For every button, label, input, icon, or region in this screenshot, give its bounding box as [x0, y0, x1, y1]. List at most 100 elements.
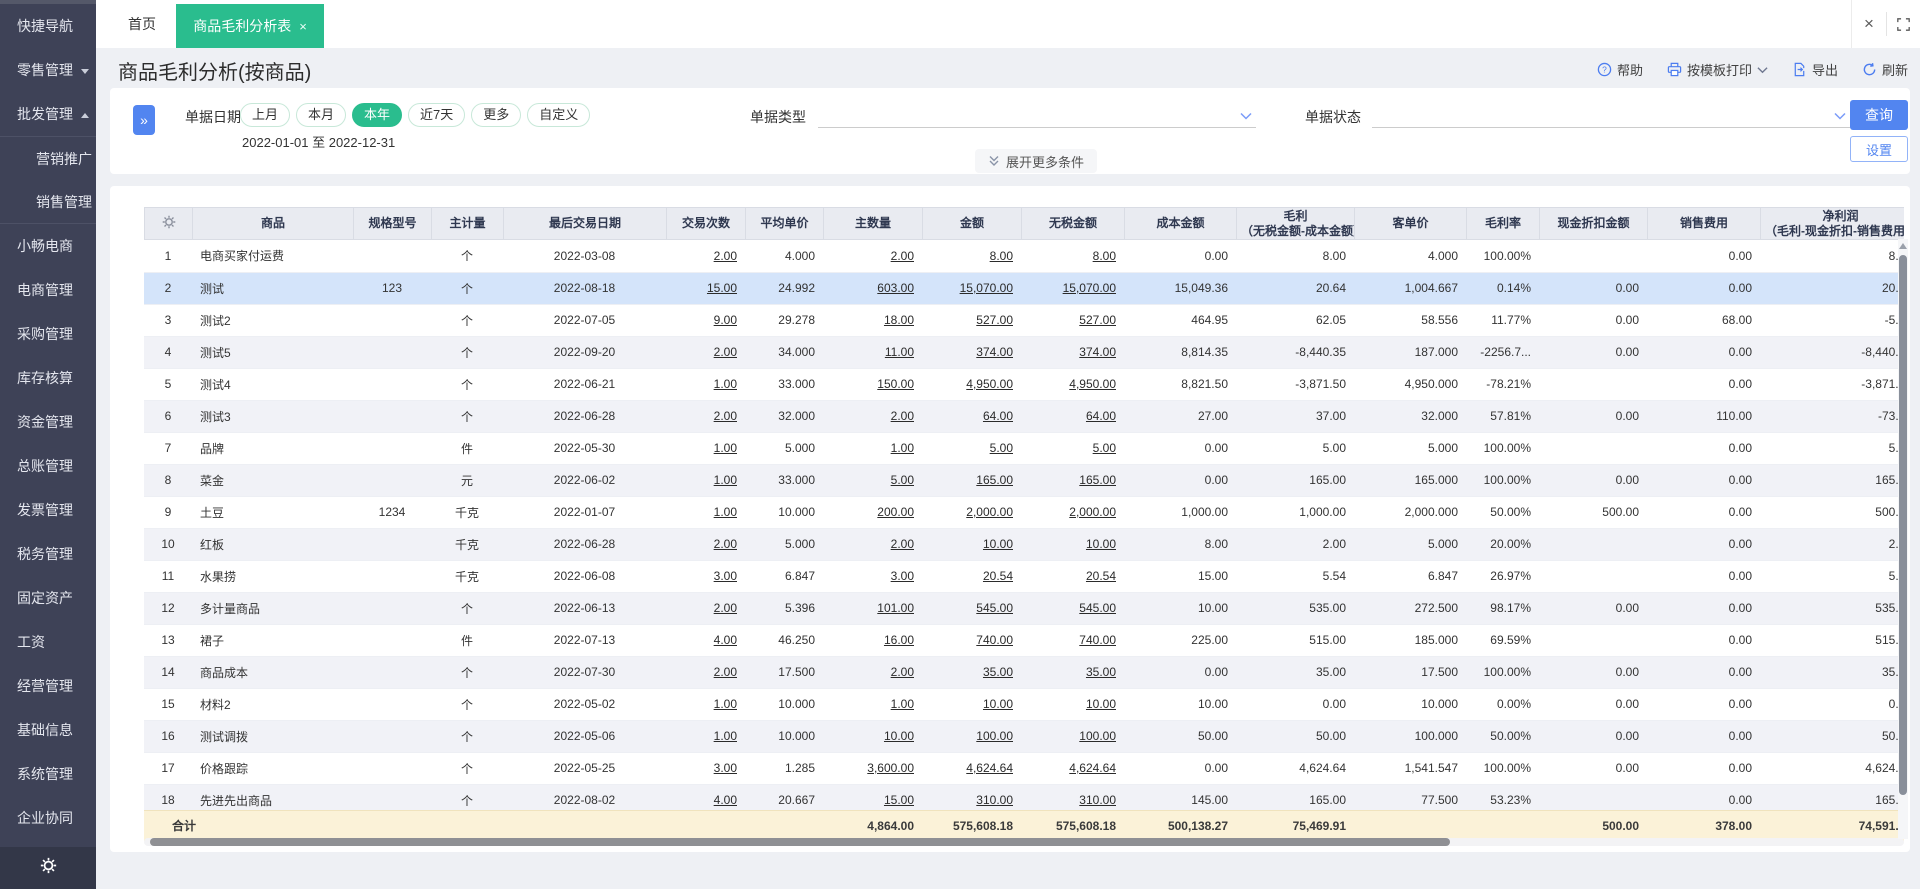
- column-header[interactable]: 商品: [192, 207, 354, 240]
- cell[interactable]: 2.00: [823, 400, 922, 433]
- query-button[interactable]: 查询: [1850, 100, 1908, 130]
- expand-more-conditions-button[interactable]: 展开更多条件: [975, 149, 1098, 173]
- column-header[interactable]: 金额: [922, 207, 1022, 240]
- table-row[interactable]: 15 材料2 个 2022-05-02 1.00 10.000 1.00 10.00 10.00…: [144, 688, 1904, 721]
- sidebar-item[interactable]: 固定资产: [0, 576, 96, 620]
- cell[interactable]: 2,000.00: [1021, 496, 1124, 529]
- cell[interactable]: 1.00: [823, 688, 922, 721]
- cell[interactable]: 15.00: [823, 784, 922, 810]
- cell[interactable]: 1.00: [666, 720, 745, 753]
- date-option-pill[interactable]: 近7天: [408, 103, 466, 127]
- cell[interactable]: 310.00: [922, 784, 1021, 810]
- cell[interactable]: 9.00: [666, 304, 745, 337]
- cell[interactable]: 527.00: [922, 304, 1021, 337]
- cell[interactable]: 1.00: [666, 432, 745, 465]
- cell[interactable]: 200.00: [823, 496, 922, 529]
- cell[interactable]: 545.00: [922, 592, 1021, 625]
- table-row[interactable]: 5 测试4 个 2022-06-21 1.00 33.000 150.00 4,950.00 4…: [144, 368, 1904, 401]
- column-header[interactable]: 规格型号: [353, 207, 432, 240]
- cell[interactable]: 1.00: [666, 688, 745, 721]
- column-header[interactable]: 无税金额: [1021, 207, 1125, 240]
- print-by-template-button[interactable]: 按模板打印: [1667, 60, 1768, 79]
- cell[interactable]: 11.00: [823, 336, 922, 369]
- vertical-scrollbar-thumb[interactable]: [1899, 255, 1907, 795]
- column-header[interactable]: 主数量: [823, 207, 923, 240]
- tab-active[interactable]: 商品毛利分析表 ×: [176, 4, 324, 48]
- fullscreen-icon[interactable]: [1886, 12, 1920, 36]
- cell[interactable]: 3,600.00: [823, 752, 922, 785]
- doc-type-select[interactable]: [818, 102, 1256, 128]
- column-header[interactable]: 成本金额: [1124, 207, 1237, 240]
- table-row[interactable]: 18 先进先出商品个 2022-08-02 4.00 20.667 15.00 310.00…: [144, 784, 1904, 810]
- column-header[interactable]: 主计量: [431, 207, 504, 240]
- scrollbar-up-arrow-icon[interactable]: [1899, 243, 1907, 249]
- cell[interactable]: 1.00: [823, 432, 922, 465]
- cell[interactable]: 15,070.00: [922, 272, 1021, 305]
- cell[interactable]: 2.00: [666, 336, 745, 369]
- cell[interactable]: 527.00: [1021, 304, 1124, 337]
- cell[interactable]: 4,624.64: [922, 752, 1021, 785]
- cell[interactable]: 64.00: [1021, 400, 1124, 433]
- cell[interactable]: 2.00: [666, 656, 745, 689]
- column-settings-header[interactable]: [144, 207, 193, 240]
- cell[interactable]: 5.00: [823, 464, 922, 497]
- refresh-button[interactable]: 刷新: [1862, 60, 1908, 79]
- cell[interactable]: 310.00: [1021, 784, 1124, 810]
- tab-home[interactable]: 首页: [106, 0, 178, 48]
- table-row[interactable]: 16 测试调拨个 2022-05-06 1.00 10.000 10.00 100.00 10…: [144, 720, 1904, 753]
- date-option-pill[interactable]: 更多: [471, 103, 522, 127]
- cell[interactable]: 4,950.00: [1021, 368, 1124, 401]
- date-option-pill[interactable]: 本年: [352, 103, 403, 127]
- table-row[interactable]: 3 测试2 个 2022-07-05 9.00 29.278 18.00 527.00 527.…: [144, 304, 1904, 337]
- export-button[interactable]: 导出: [1792, 60, 1838, 79]
- cell[interactable]: 100.00: [922, 720, 1021, 753]
- sidebar-item[interactable]: 发票管理: [0, 488, 96, 532]
- table-row[interactable]: 10 红板 千克 2022-06-28 2.00 5.000 2.00 10.00 10.00 8…: [144, 528, 1904, 561]
- cell[interactable]: 4.00: [666, 784, 745, 810]
- cell[interactable]: 8.00: [922, 240, 1021, 273]
- column-header[interactable]: 现金折扣金额: [1539, 207, 1648, 240]
- table-row[interactable]: 11 水果捞 千克 2022-06-08 3.00 6.847 3.00 20.54 20.54…: [144, 560, 1904, 593]
- cell[interactable]: 4,950.00: [922, 368, 1021, 401]
- table-row[interactable]: 9 土豆 1234 千克 2022-01-07 1.00 10.000 200.00 2,000…: [144, 496, 1904, 529]
- cell[interactable]: 5.00: [1021, 432, 1124, 465]
- cell[interactable]: 3.00: [823, 560, 922, 593]
- column-header[interactable]: 毛利率: [1466, 207, 1540, 240]
- column-header[interactable]: 最后交易日期: [503, 207, 667, 240]
- cell[interactable]: 100.00: [1021, 720, 1124, 753]
- cell[interactable]: 1.00: [666, 496, 745, 529]
- cell[interactable]: 2.00: [666, 528, 745, 561]
- help-button[interactable]: ? 帮助: [1597, 60, 1643, 79]
- sidebar-item[interactable]: 营销推广: [0, 136, 96, 180]
- column-header[interactable]: 净利润 （毛利-现金折扣-销售费用）: [1760, 207, 1904, 240]
- cell[interactable]: 165.00: [1021, 464, 1124, 497]
- column-header[interactable]: 销售费用: [1647, 207, 1761, 240]
- table-row[interactable]: 12 多计量商品个 2022-06-13 2.00 5.396 101.00 545.00 5…: [144, 592, 1904, 625]
- date-option-pill[interactable]: 上月: [240, 103, 291, 127]
- doc-status-select[interactable]: [1372, 102, 1850, 128]
- cell[interactable]: 740.00: [922, 624, 1021, 657]
- cell[interactable]: 545.00: [1021, 592, 1124, 625]
- cell[interactable]: 10.00: [1021, 528, 1124, 561]
- sidebar-item[interactable]: 采购管理: [0, 312, 96, 356]
- sidebar-item[interactable]: 快捷导航: [0, 4, 96, 48]
- column-header[interactable]: 平均单价: [745, 207, 824, 240]
- sidebar-item[interactable]: 总账管理: [0, 444, 96, 488]
- cell[interactable]: 101.00: [823, 592, 922, 625]
- cell[interactable]: 35.00: [922, 656, 1021, 689]
- cell[interactable]: 165.00: [922, 464, 1021, 497]
- cell[interactable]: 5.00: [922, 432, 1021, 465]
- sidebar-item[interactable]: 零售管理: [0, 48, 96, 92]
- cell[interactable]: 20.54: [1021, 560, 1124, 593]
- cell[interactable]: 2.00: [823, 240, 922, 273]
- cell[interactable]: 374.00: [922, 336, 1021, 369]
- cell[interactable]: 2.00: [666, 400, 745, 433]
- date-option-pill[interactable]: 本月: [296, 103, 347, 127]
- cell[interactable]: 4,624.64: [1021, 752, 1124, 785]
- sidebar-item[interactable]: 资金管理: [0, 400, 96, 444]
- sidebar-item[interactable]: 销售管理: [0, 180, 96, 224]
- column-header[interactable]: 客单价: [1354, 207, 1467, 240]
- tab-close-icon[interactable]: ×: [299, 19, 307, 34]
- cell[interactable]: 18.00: [823, 304, 922, 337]
- cell[interactable]: 2.00: [823, 528, 922, 561]
